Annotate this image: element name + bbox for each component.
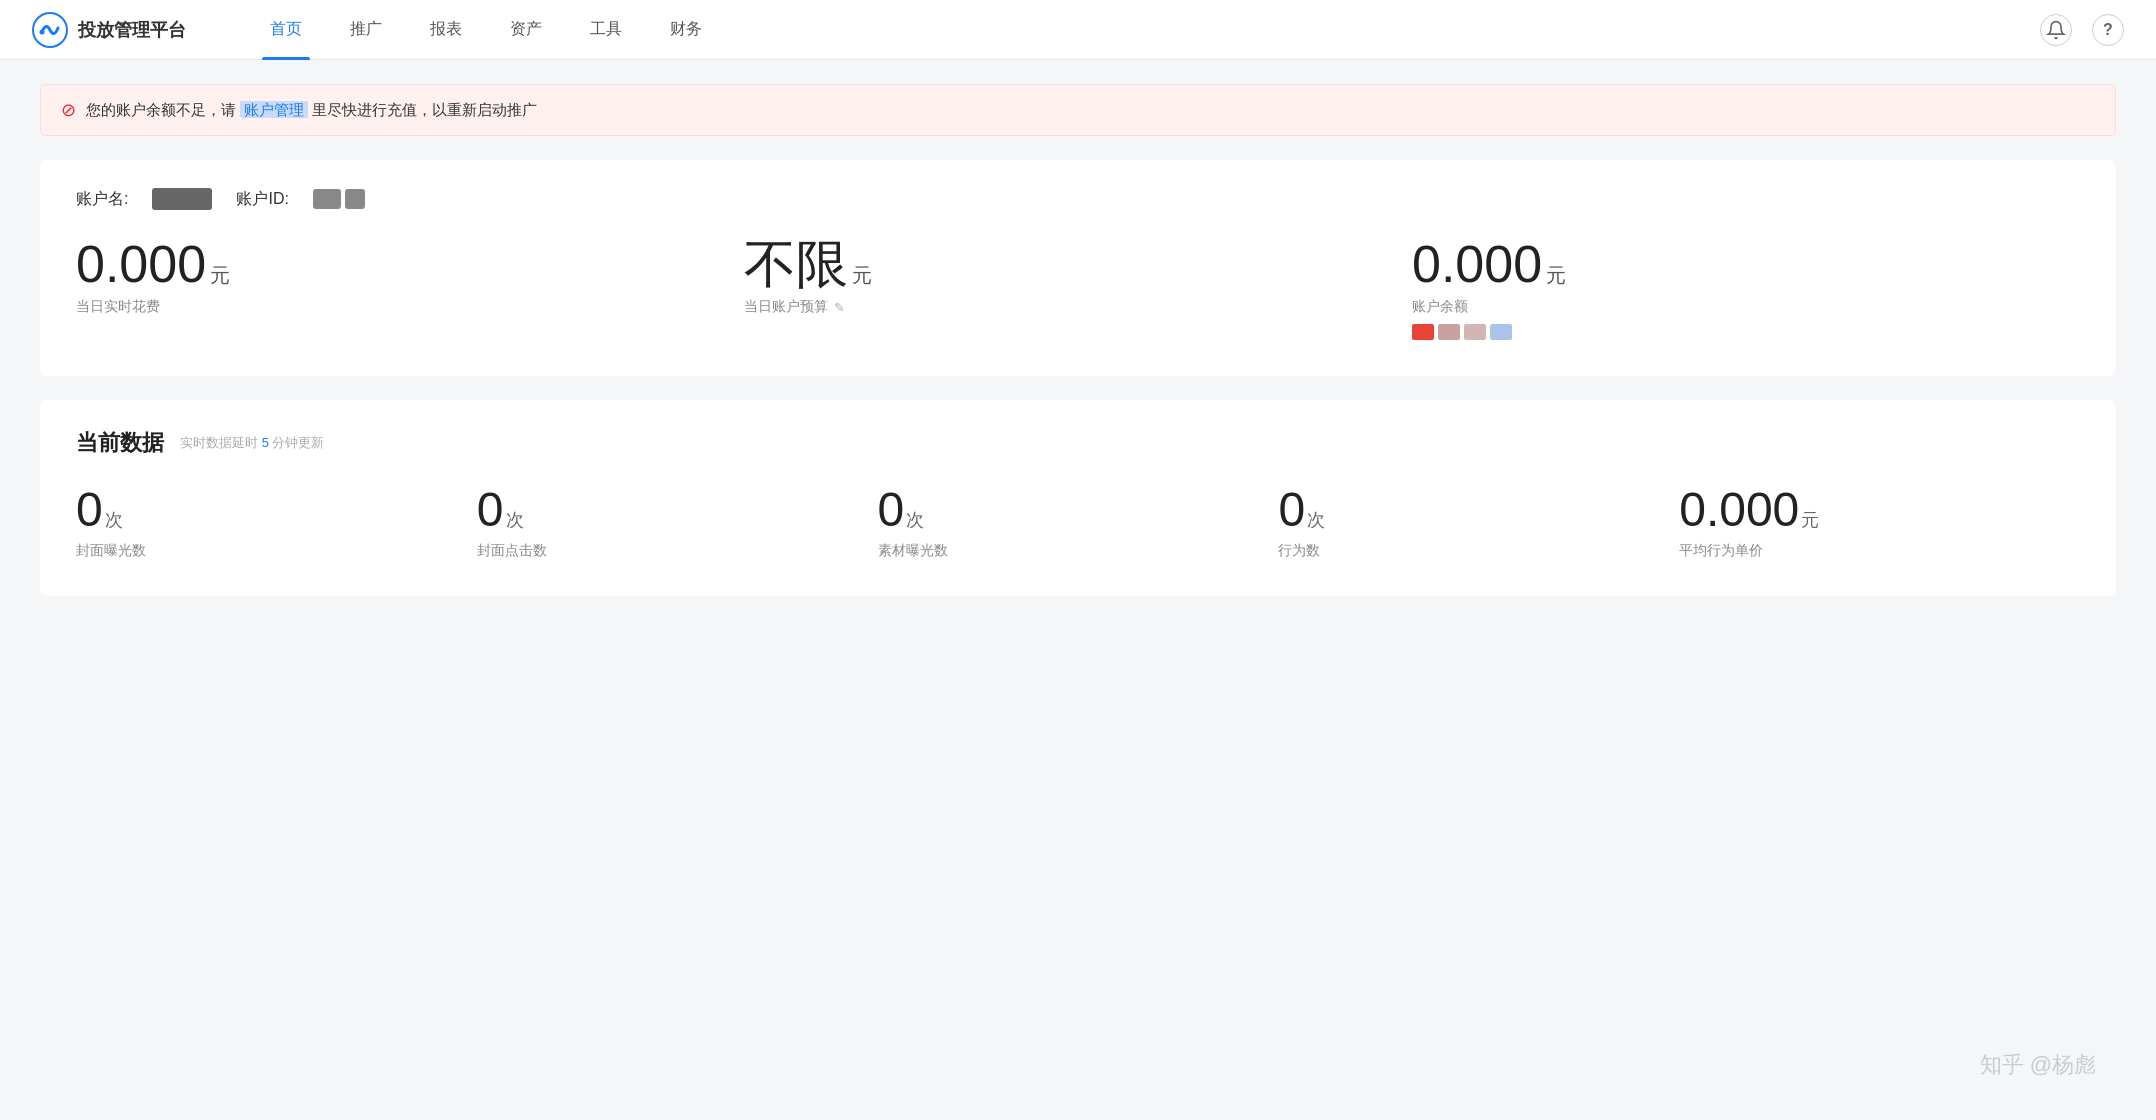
material-impression-value: 0 bbox=[878, 483, 905, 536]
color-dot-3 bbox=[1464, 324, 1486, 340]
daily-budget-value: 不限 bbox=[744, 235, 848, 293]
logo-title: 投放管理平台 bbox=[78, 18, 186, 42]
metric-avg-behavior-price: 0.000元 平均行为单价 bbox=[1679, 486, 2080, 560]
nav-item-finance[interactable]: 财务 bbox=[646, 0, 726, 60]
metric-material-impression: 0次 素材曝光数 bbox=[878, 486, 1279, 560]
alert-icon: ⊘ bbox=[61, 99, 76, 121]
account-id-value bbox=[313, 189, 365, 209]
cover-click-unit: 次 bbox=[506, 510, 524, 530]
current-data-metrics-row: 0次 封面曝光数 0次 封面点击数 0次 素材曝光数 bbox=[76, 486, 2080, 560]
header-right: ? bbox=[2040, 14, 2124, 46]
metric-behavior-count: 0次 行为数 bbox=[1278, 486, 1679, 560]
account-name-label: 账户名: bbox=[76, 189, 128, 210]
account-metrics-row: 0.000元 当日实时花费 不限元 当日账户预算 ✎ 0.000元 账户余 bbox=[76, 238, 2080, 340]
nav-item-tools[interactable]: 工具 bbox=[566, 0, 646, 60]
nav-item-assets[interactable]: 资产 bbox=[486, 0, 566, 60]
account-balance-unit: 元 bbox=[1546, 264, 1566, 286]
cover-impression-unit: 次 bbox=[105, 510, 123, 530]
metric-daily-budget: 不限元 当日账户预算 ✎ bbox=[744, 238, 1412, 316]
daily-budget-label: 当日账户预算 ✎ bbox=[744, 298, 1412, 316]
color-dot-1 bbox=[1412, 324, 1434, 340]
logo-area: 投放管理平台 bbox=[32, 12, 186, 48]
color-dot-2 bbox=[1438, 324, 1460, 340]
color-dot-4 bbox=[1490, 324, 1512, 340]
metric-daily-spend: 0.000元 当日实时花费 bbox=[76, 238, 744, 316]
header: 投放管理平台 首页 推广 报表 资产 工具 财务 ? bbox=[0, 0, 2156, 60]
material-impression-unit: 次 bbox=[906, 510, 924, 530]
account-id-label: 账户ID: bbox=[236, 189, 288, 210]
current-data-card: 当前数据 实时数据延时 5 分钟更新 0次 封面曝光数 0次 封面点击数 bbox=[40, 400, 2116, 596]
cover-click-value: 0 bbox=[477, 483, 504, 536]
svg-point-1 bbox=[40, 29, 45, 34]
nav-item-promotion[interactable]: 推广 bbox=[326, 0, 406, 60]
behavior-count-value: 0 bbox=[1278, 483, 1305, 536]
metric-account-balance: 0.000元 账户余额 bbox=[1412, 238, 2080, 340]
metric-cover-impression: 0次 封面曝光数 bbox=[76, 486, 477, 560]
update-minutes: 5 bbox=[262, 435, 269, 450]
main-nav: 首页 推广 报表 资产 工具 财务 bbox=[246, 0, 2040, 60]
account-balance-value: 0.000 bbox=[1412, 235, 1542, 293]
account-name-value bbox=[152, 188, 212, 210]
help-button[interactable]: ? bbox=[2092, 14, 2124, 46]
behavior-count-label: 行为数 bbox=[1278, 542, 1679, 560]
account-color-indicators bbox=[1412, 324, 2080, 340]
watermark: 知乎 @杨彪 bbox=[1980, 1050, 2096, 1080]
alert-link[interactable]: 账户管理 bbox=[240, 101, 308, 118]
main-content: ⊘ 您的账户余额不足，请 账户管理 里尽快进行充值，以重新启动推广 账户名: 账… bbox=[0, 60, 2156, 620]
nav-item-home[interactable]: 首页 bbox=[246, 0, 326, 60]
cover-impression-value: 0 bbox=[76, 483, 103, 536]
cover-impression-label: 封面曝光数 bbox=[76, 542, 477, 560]
avg-price-value: 0.000 bbox=[1679, 483, 1799, 536]
account-info-row: 账户名: 账户ID: bbox=[76, 188, 2080, 210]
daily-spend-label: 当日实时花费 bbox=[76, 298, 744, 316]
behavior-count-unit: 次 bbox=[1307, 510, 1325, 530]
budget-edit-icon[interactable]: ✎ bbox=[834, 300, 845, 315]
logo-icon bbox=[32, 12, 68, 48]
daily-spend-value: 0.000 bbox=[76, 235, 206, 293]
material-impression-label: 素材曝光数 bbox=[878, 542, 1279, 560]
cover-click-label: 封面点击数 bbox=[477, 542, 878, 560]
current-data-title: 当前数据 bbox=[76, 428, 164, 458]
alert-text: 您的账户余额不足，请 账户管理 里尽快进行充值，以重新启动推广 bbox=[86, 101, 537, 120]
data-update-info: 实时数据延时 5 分钟更新 bbox=[180, 434, 324, 452]
nav-item-report[interactable]: 报表 bbox=[406, 0, 486, 60]
metric-cover-click: 0次 封面点击数 bbox=[477, 486, 878, 560]
bell-button[interactable] bbox=[2040, 14, 2072, 46]
avg-price-unit: 元 bbox=[1801, 510, 1819, 530]
alert-banner: ⊘ 您的账户余额不足，请 账户管理 里尽快进行充值，以重新启动推广 bbox=[40, 84, 2116, 136]
account-card: 账户名: 账户ID: 0.000元 当日实时花费 不限元 bbox=[40, 160, 2116, 376]
data-card-header: 当前数据 实时数据延时 5 分钟更新 bbox=[76, 428, 2080, 458]
account-balance-label: 账户余额 bbox=[1412, 298, 2080, 316]
avg-price-label: 平均行为单价 bbox=[1679, 542, 2080, 560]
daily-spend-unit: 元 bbox=[210, 264, 230, 286]
daily-budget-unit: 元 bbox=[852, 264, 872, 286]
